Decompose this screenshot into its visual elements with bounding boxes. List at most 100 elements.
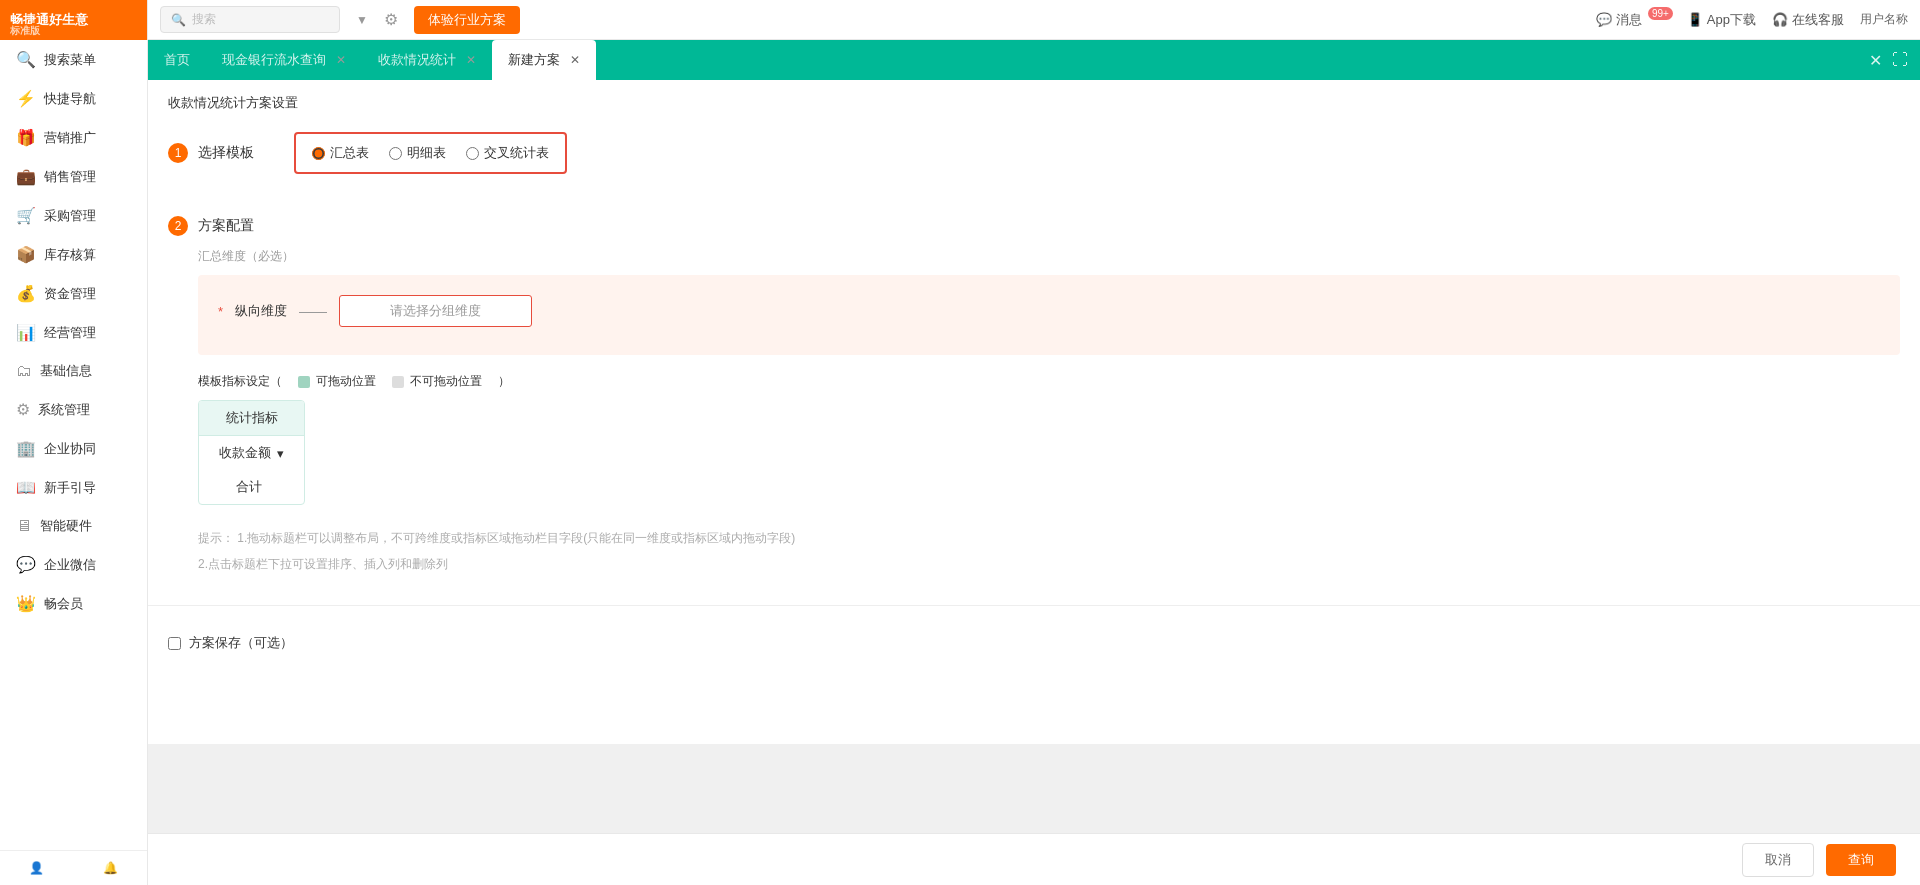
radio-summary[interactable]: 汇总表	[312, 144, 369, 162]
dimension-title: 汇总维度（必选）	[168, 248, 1900, 265]
stat-indicator-header: 统计指标	[226, 410, 278, 425]
sidebar-item-finance[interactable]: 💰 资金管理	[0, 274, 147, 313]
topbar: 🔍 搜索 ▼ ⚙ 体验行业方案 💬 消息 99+ 📱 App下载 🎧 在线客服 …	[148, 0, 1920, 40]
step1-title-row: 1 选择模板 汇总表 明细表	[168, 132, 1900, 174]
radio-cross-input[interactable]	[466, 147, 479, 160]
service-label: 在线客服	[1792, 11, 1844, 29]
sidebar-user-btn[interactable]: 👤	[0, 851, 74, 885]
purchase-icon: 🛒	[16, 206, 36, 225]
cancel-button[interactable]: 取消	[1742, 843, 1814, 877]
sidebar-item-search-menu[interactable]: 🔍 搜索菜单	[0, 40, 147, 79]
trial-btn[interactable]: 体验行业方案	[414, 6, 520, 34]
indicator-title-text: 模板指标设定（	[198, 373, 282, 390]
operation-icon: 📊	[16, 323, 36, 342]
weixin-icon: 💬	[16, 555, 36, 574]
tab-receipt-stat[interactable]: 收款情况统计 ✕	[362, 40, 492, 80]
app-download-item[interactable]: 📱 App下载	[1687, 11, 1756, 29]
logo-badge: 标准版	[10, 24, 40, 38]
stat-col1-content: 收款金额 ▾	[219, 444, 284, 462]
tab-bank-flow[interactable]: 现金银行流水查询 ✕	[206, 40, 362, 80]
sidebar-item-label: 库存核算	[44, 246, 96, 264]
message-label: 消息	[1616, 11, 1642, 29]
drag-dot-icon	[298, 376, 310, 388]
indicator-closing: ）	[498, 373, 510, 390]
message-badge: 99+	[1648, 7, 1673, 20]
sidebar-item-sales[interactable]: 💼 销售管理	[0, 157, 147, 196]
template-radio-group: 汇总表 明细表 交叉统计表	[294, 132, 567, 174]
section-divider	[148, 605, 1920, 606]
tab-bank-flow-label: 现金银行流水查询	[222, 51, 326, 69]
sidebar-item-operation[interactable]: 📊 经营管理	[0, 313, 147, 352]
search-placeholder: 搜索	[192, 11, 216, 28]
page-wrapper: 收款情况统计方案设置 1 选择模板 汇总表	[148, 80, 1920, 744]
service-item[interactable]: 🎧 在线客服	[1772, 11, 1844, 29]
sidebar-item-label: 搜索菜单	[44, 51, 96, 69]
sidebar-item-system[interactable]: ⚙ 系统管理	[0, 390, 147, 429]
required-star: *	[218, 304, 223, 319]
main-area: 🔍 搜索 ▼ ⚙ 体验行业方案 💬 消息 99+ 📱 App下载 🎧 在线客服 …	[148, 0, 1920, 885]
guide-icon: 📖	[16, 478, 36, 497]
step1-label: 选择模板	[198, 144, 254, 162]
hardware-icon: 🖥	[16, 517, 32, 535]
save-checkbox[interactable]	[168, 637, 181, 650]
draggable-indicator: 可拖动位置	[298, 373, 376, 390]
tab-home[interactable]: 首页	[148, 40, 206, 80]
tab-home-label: 首页	[164, 51, 190, 69]
stat-col1-cell[interactable]: 收款金额 ▾	[199, 436, 304, 470]
bottom-bar: 取消 查询	[148, 833, 1920, 885]
sidebar-item-label: 企业协同	[44, 440, 96, 458]
marketing-icon: 🎁	[16, 128, 36, 147]
dim-placeholder-box[interactable]: 请选择分组维度	[339, 295, 532, 327]
sidebar-item-enterprise[interactable]: 🏢 企业协同	[0, 429, 147, 468]
sidebar-item-member[interactable]: 👑 畅会员	[0, 584, 147, 623]
search-menu-icon: 🔍	[16, 50, 36, 69]
no-drag-dot-icon	[392, 376, 404, 388]
sidebar-item-label: 系统管理	[38, 401, 90, 419]
vertical-dim-label: 纵向维度	[235, 302, 287, 320]
dim-arrow-icon: ——	[299, 303, 327, 319]
sidebar-item-label: 畅会员	[44, 595, 83, 613]
radio-summary-input[interactable]	[312, 147, 325, 160]
radio-cross[interactable]: 交叉统计表	[466, 144, 549, 162]
topbar-username: 用户名称	[1860, 11, 1908, 28]
content-area: 收款情况统计方案设置 1 选择模板 汇总表	[148, 80, 1920, 885]
sidebar-item-inventory[interactable]: 📦 库存核算	[0, 235, 147, 274]
sidebar-item-label: 资金管理	[44, 285, 96, 303]
step2-header-row: 2 方案配置	[168, 216, 1900, 236]
tab-new-plan[interactable]: 新建方案 ✕	[492, 40, 596, 80]
member-icon: 👑	[16, 594, 36, 613]
radio-detail-input[interactable]	[389, 147, 402, 160]
sidebar-item-basic[interactable]: 🗂 基础信息	[0, 352, 147, 390]
sidebar-item-purchase[interactable]: 🛒 采购管理	[0, 196, 147, 235]
search-bar[interactable]: 🔍 搜索	[160, 6, 340, 33]
query-button[interactable]: 查询	[1826, 844, 1896, 876]
no-drag-label: 不可拖动位置	[410, 373, 482, 390]
sidebar-item-marketing[interactable]: 🎁 营销推广	[0, 118, 147, 157]
sidebar-notify-btn[interactable]: 🔔	[74, 851, 148, 885]
tab-new-plan-label: 新建方案	[508, 51, 560, 69]
tabbar: 首页 现金银行流水查询 ✕ 收款情况统计 ✕ 新建方案 ✕ ✕ ⛶	[148, 40, 1920, 80]
stat-row1-cell: 合计	[199, 470, 299, 504]
radio-cross-label: 交叉统计表	[484, 144, 549, 162]
draggable-label: 可拖动位置	[316, 373, 376, 390]
stat-row1-label: 合计	[236, 479, 262, 494]
topbar-dropdown-arrow[interactable]: ▼	[356, 13, 368, 27]
tab-receipt-stat-close[interactable]: ✕	[466, 53, 476, 67]
tabbar-expand-icon[interactable]: ⛶	[1892, 51, 1908, 69]
dimension-title-text: 汇总维度（必选）	[198, 249, 294, 263]
tabbar-close-icon[interactable]: ✕	[1869, 51, 1882, 70]
dropdown-arrow-icon: ▾	[277, 446, 284, 461]
sidebar-item-guide[interactable]: 📖 新手引导	[0, 468, 147, 507]
sidebar-item-hardware[interactable]: 🖥 智能硬件	[0, 507, 147, 545]
sidebar-item-quick-nav[interactable]: ⚡ 快捷导航	[0, 79, 147, 118]
sidebar-item-weixin[interactable]: 💬 企业微信	[0, 545, 147, 584]
tab-bank-flow-close[interactable]: ✕	[336, 53, 346, 67]
topbar-gear-icon[interactable]: ⚙	[384, 10, 398, 29]
sidebar-bottom: 👤 🔔	[0, 850, 147, 885]
sidebar-item-label: 基础信息	[40, 362, 92, 380]
radio-detail[interactable]: 明细表	[389, 144, 446, 162]
finance-icon: 💰	[16, 284, 36, 303]
tab-new-plan-close[interactable]: ✕	[570, 53, 580, 67]
sidebar-item-label: 营销推广	[44, 129, 96, 147]
message-item[interactable]: 💬 消息 99+	[1596, 11, 1671, 29]
